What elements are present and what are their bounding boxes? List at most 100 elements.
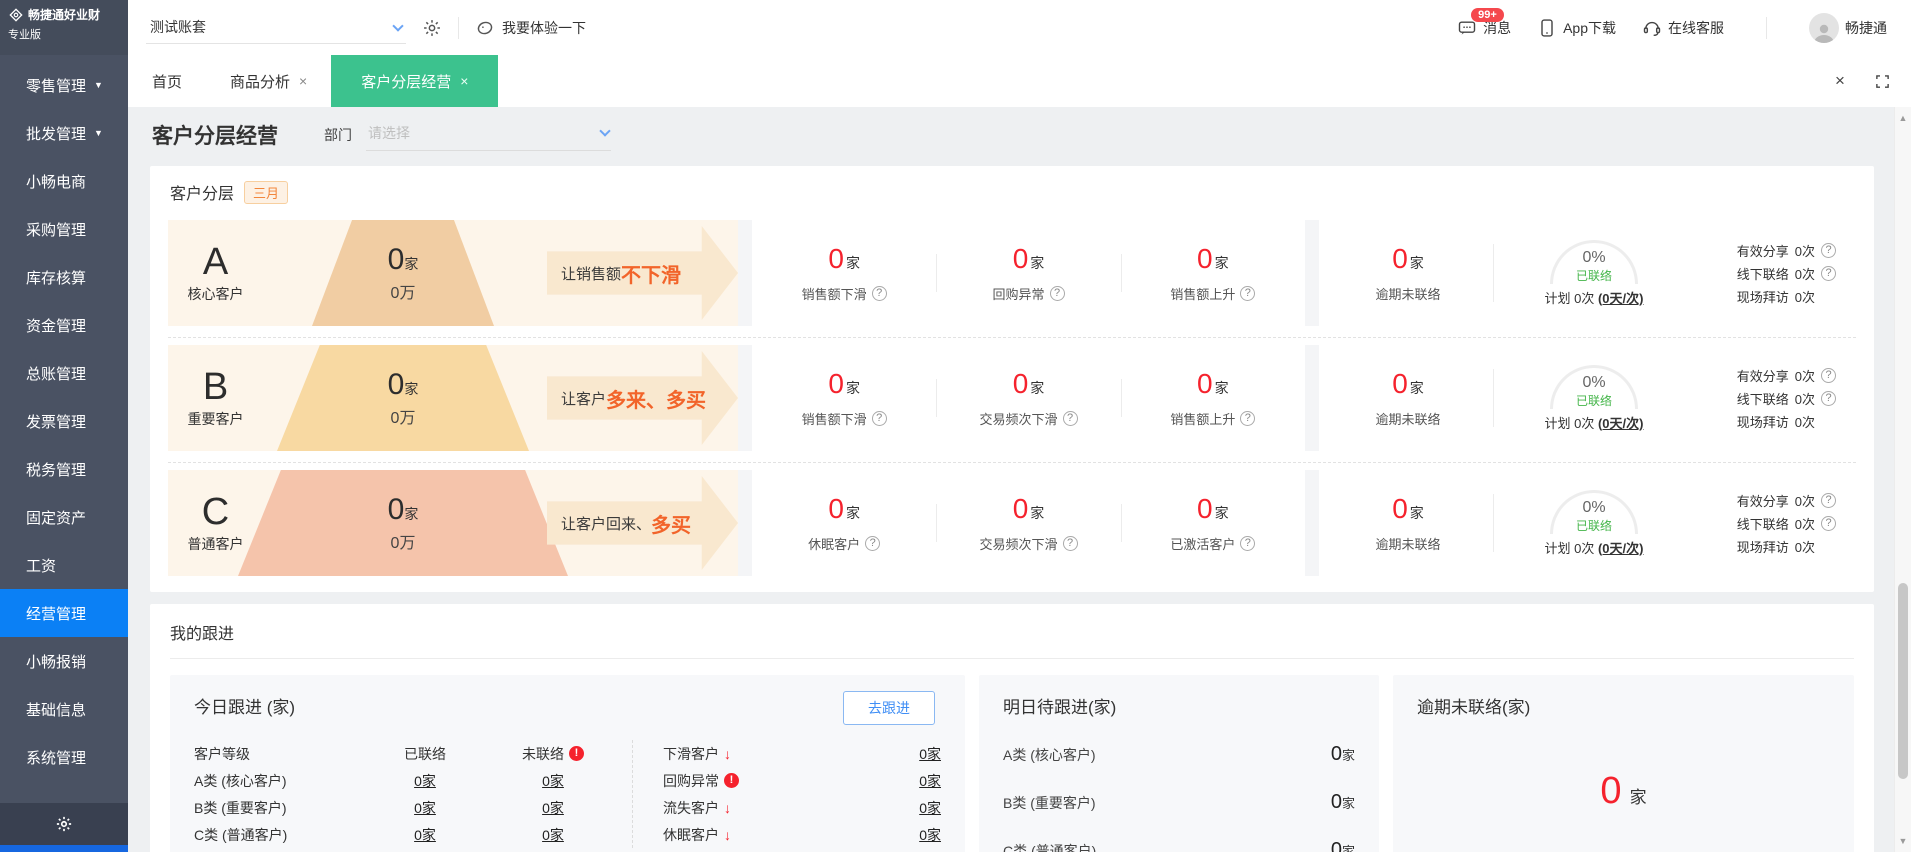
my-follow-card: 我的跟进 今日跟进 (家) 去跟进 客户等级 已联络 未联络 ! A类 (核心客… — [150, 604, 1874, 852]
funnel-trapezoid: 0家 0万 — [238, 470, 568, 576]
scrollbar-thumb[interactable] — [1898, 583, 1908, 779]
help-icon[interactable] — [1821, 390, 1836, 406]
sidebar-item-reimburse[interactable]: 小畅报销 — [0, 637, 128, 685]
fullscreen-button[interactable] — [1863, 55, 1901, 107]
sidebar-item-assets[interactable]: 固定资产 — [0, 493, 128, 541]
sidebar-item-basicinfo[interactable]: 基础信息 — [0, 685, 128, 733]
funnel-band: C 普通客户 0家 0万 让客户回来、 多买 — [168, 470, 738, 576]
vertical-scrollbar[interactable] — [1894, 107, 1911, 852]
contacted-count-link[interactable]: 0家 — [414, 827, 436, 843]
help-icon[interactable] — [1821, 265, 1836, 281]
alert-count-link[interactable]: 0家 — [919, 771, 941, 791]
account-select[interactable]: 测试账套 — [146, 11, 406, 44]
contact-metrics: 有效分享0次 线下联络0次 现场拜访0次 — [1737, 364, 1836, 433]
alert-count-link[interactable]: 0家 — [919, 744, 941, 764]
sidebar-item-inventory[interactable]: 库存核算 — [0, 253, 128, 301]
dept-label: 部门 — [324, 126, 352, 143]
app-download-label: App下载 — [1563, 19, 1616, 36]
contact-gauge: 0% 已联络 计划 0次 (0天/次) — [1510, 364, 1678, 432]
tab-product-analysis[interactable]: 商品分析 — [206, 55, 331, 107]
help-icon[interactable] — [1821, 242, 1836, 258]
close-icon[interactable] — [299, 73, 307, 89]
tab-customer-segmentation[interactable]: 客户分层经营 — [331, 55, 499, 107]
sidebar-bottom-strip — [0, 845, 128, 852]
settings-gear-button[interactable] — [422, 18, 442, 38]
user-menu[interactable]: 畅捷通 — [1809, 12, 1887, 43]
header-divider — [1766, 16, 1767, 39]
today-follow-table: 客户等级 已联络 未联络 A类 (核心客户) 0家 0家 — [194, 740, 626, 848]
not-contacted-count-link[interactable]: 0家 — [542, 825, 564, 845]
stat-block: 0家 销售额下滑 — [752, 243, 936, 303]
help-icon[interactable] — [1240, 286, 1256, 301]
help-icon[interactable] — [1821, 367, 1836, 383]
help-icon[interactable] — [1049, 286, 1065, 301]
dept-select-placeholder: 请选择 — [368, 124, 410, 141]
alert-row: 回购异常 0家 — [663, 767, 941, 794]
sidebar-item-operations[interactable]: 经营管理 — [0, 589, 128, 637]
messages-button[interactable]: 99+ 消息 — [1457, 7, 1511, 38]
stats-card: 0家 销售额下滑 0家 回购异常 0家 销售额上升 — [752, 220, 1305, 326]
dept-select[interactable]: 请选择 — [366, 119, 611, 151]
contact-card: 0家 逾期未联络 0% 已联络 计划 0次 (0天/次) 有效分享 0次 ? 线… — [1319, 470, 1856, 576]
funnel-band: B 重要客户 0家 0万 让客户 多来、多买 — [168, 345, 738, 451]
segment-row-c: C 普通客户 0家 0万 让客户回来、 多买 0 家 休眠客户 ? 0 家 交易… — [168, 470, 1856, 576]
app-download-button[interactable]: App下载 — [1537, 18, 1616, 38]
sidebar-item-wholesale[interactable]: 批发管理 — [0, 109, 128, 157]
help-icon[interactable] — [1821, 515, 1836, 531]
list-item: A类 (核心客户) 0家 — [1003, 743, 1355, 765]
experience-label: 我要体验一下 — [502, 19, 586, 36]
help-icon[interactable] — [1821, 492, 1836, 508]
contacted-count-link[interactable]: 0家 — [414, 773, 436, 789]
avatar — [1809, 12, 1839, 43]
stat-block: 0家 销售额上升 — [1120, 243, 1305, 303]
stat-block: 0家 已激活客户 — [1120, 493, 1305, 553]
scroll-down-icon[interactable] — [1895, 836, 1911, 846]
sidebar-settings-button[interactable] — [0, 803, 128, 845]
help-icon[interactable] — [871, 411, 887, 426]
go-follow-button[interactable]: 去跟进 — [843, 691, 935, 725]
sidebar-item-retail[interactable]: 零售管理 — [0, 61, 128, 109]
contacted-count-link[interactable]: 0家 — [414, 800, 436, 816]
col-header-contacted: 已联络 — [404, 745, 446, 762]
alert-count-link[interactable]: 0家 — [919, 825, 941, 845]
tab-bar: 首页 商品分析 客户分层经营 — [128, 55, 1911, 107]
online-service-button[interactable]: 在线客服 — [1642, 18, 1724, 38]
brand-diamond-icon — [8, 7, 24, 23]
help-icon[interactable] — [1240, 411, 1256, 426]
sidebar-item-ledger[interactable]: 总账管理 — [0, 349, 128, 397]
help-icon[interactable] — [1062, 411, 1078, 426]
user-name: 畅捷通 — [1845, 19, 1887, 36]
sidebar-item-tax[interactable]: 税务管理 — [0, 445, 128, 493]
help-icon[interactable] — [871, 286, 887, 301]
sidebar-item-invoice[interactable]: 发票管理 — [0, 397, 128, 445]
sidebar-item-ecommerce[interactable]: 小畅电商 — [0, 157, 128, 205]
help-icon[interactable] — [1062, 536, 1078, 551]
sidebar-item-system[interactable]: 系统管理 — [0, 733, 128, 781]
online-service-label: 在线客服 — [1668, 19, 1724, 36]
contact-card: 0家 逾期未联络 0% 已联络 计划 0次 (0天/次) 有效分享 0次 ? 线… — [1319, 220, 1856, 326]
sidebar-item-salary[interactable]: 工资 — [0, 541, 128, 589]
gauge-arc-icon: 0% 已联络 — [1550, 239, 1638, 284]
list-item: C类 (普通客户) 0家 — [1003, 839, 1355, 852]
close-icon[interactable] — [460, 73, 468, 89]
not-contacted-count-link[interactable]: 0家 — [542, 771, 564, 791]
account-select-value: 测试账套 — [150, 19, 206, 35]
divider — [1493, 244, 1494, 302]
caret-down-icon — [94, 128, 103, 138]
overdue-contact-title: 逾期未联络(家) — [1417, 698, 1531, 717]
sidebar-item-funds[interactable]: 资金管理 — [0, 301, 128, 349]
alert-count-link[interactable]: 0家 — [919, 798, 941, 818]
scroll-up-icon[interactable] — [1895, 113, 1911, 123]
help-icon[interactable] — [865, 536, 881, 551]
help-icon[interactable] — [1240, 536, 1256, 551]
segment-row-a: A 核心客户 0家 0万 让销售额 不下滑 0 家 销售额下滑 ? 0 家 回购… — [168, 220, 1856, 326]
tab-home[interactable]: 首页 — [128, 55, 206, 107]
sidebar-item-purchase[interactable]: 采购管理 — [0, 205, 128, 253]
close-all-tabs-button[interactable] — [1821, 55, 1859, 107]
arrow-down-icon — [724, 746, 731, 762]
experience-button[interactable]: 我要体验一下 — [475, 18, 586, 38]
slogan-arrow: 让客户回来、 多买 — [547, 476, 738, 570]
not-contacted-count-link[interactable]: 0家 — [542, 798, 564, 818]
slogan-arrow: 让销售额 不下滑 — [547, 226, 738, 320]
header-right: 99+ 消息 App下载 在线客服 畅捷通 — [1457, 7, 1911, 43]
